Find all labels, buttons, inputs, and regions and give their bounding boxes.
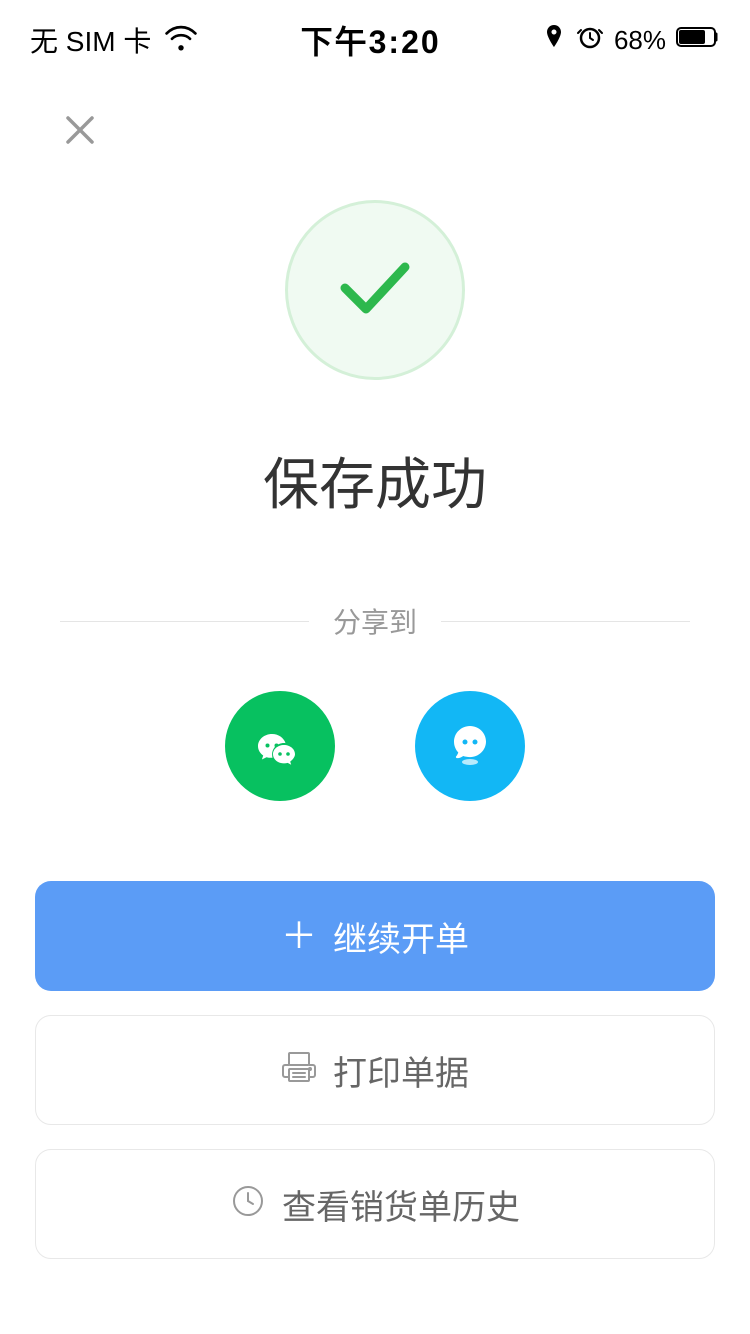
success-title: 保存成功 — [263, 440, 487, 521]
print-button[interactable]: 打印单据 — [35, 1015, 715, 1125]
status-left: 无 SIM 卡 — [30, 20, 199, 60]
battery-icon — [676, 25, 720, 56]
battery-text: 68% — [614, 25, 666, 56]
divider-right — [441, 621, 690, 622]
continue-button[interactable]: ＋ 继续开单 — [35, 881, 715, 991]
history-label: 查看销货单历史 — [282, 1180, 520, 1229]
success-circle — [285, 200, 465, 380]
status-time: 下午3:20 — [301, 17, 441, 63]
wifi-icon — [163, 23, 199, 58]
history-button[interactable]: 查看销货单历史 — [35, 1149, 715, 1259]
qq-share-button[interactable] — [415, 691, 525, 801]
status-bar: 无 SIM 卡 下午3:20 68% — [0, 0, 750, 80]
wechat-share-button[interactable] — [225, 691, 335, 801]
alarm-icon — [576, 23, 604, 58]
print-icon — [281, 1049, 317, 1091]
location-icon — [542, 23, 566, 58]
share-icons-container — [225, 691, 525, 801]
main-content: 保存成功 分享到 — [0, 80, 750, 1259]
success-check-icon — [330, 243, 420, 338]
share-section: 分享到 — [0, 601, 750, 801]
action-buttons: ＋ 继续开单 打印单据 — [35, 881, 715, 1259]
carrier-text: 无 SIM 卡 — [30, 20, 151, 60]
plus-icon: ＋ — [281, 918, 317, 954]
continue-label: 继续开单 — [333, 912, 469, 961]
clock-icon — [230, 1183, 266, 1225]
share-label: 分享到 — [309, 601, 441, 641]
close-button[interactable] — [50, 100, 110, 160]
status-right: 68% — [542, 23, 720, 58]
share-divider: 分享到 — [0, 601, 750, 641]
divider-left — [60, 621, 309, 622]
print-label: 打印单据 — [333, 1046, 469, 1095]
